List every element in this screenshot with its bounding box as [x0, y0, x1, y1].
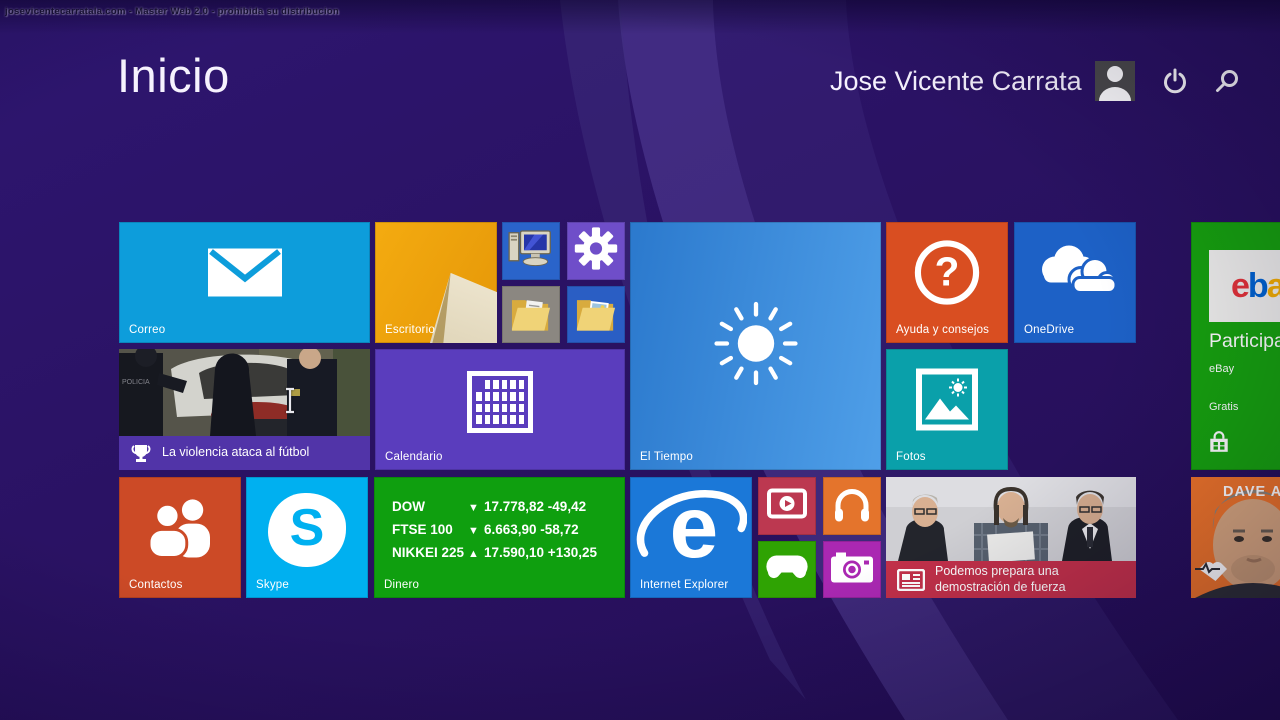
- tile-ebay-store[interactable]: ebay Participa eBay Gratis: [1191, 222, 1280, 470]
- cloud-icon: [1031, 244, 1119, 307]
- start-screen: josevicentecarratala.com - Master Web 2.…: [0, 0, 1280, 720]
- video-watermark: josevicentecarratala.com - Master Web 2.…: [5, 6, 340, 17]
- tile-video[interactable]: [758, 477, 816, 535]
- tile-label: Escritorio: [385, 324, 435, 336]
- tile-salud-dave-asprey[interactable]: DAVE ASPR: [1191, 477, 1280, 598]
- newspaper-icon: [897, 568, 925, 591]
- store-app-headline: Participa: [1209, 330, 1280, 352]
- store-app-price: Gratis: [1209, 401, 1239, 413]
- ebay-logo-letter: a: [1266, 266, 1280, 305]
- power-button[interactable]: [1163, 68, 1187, 94]
- stock-row: FTSE 100 ▼ 6.663,90 -58,72: [392, 519, 597, 542]
- camera-icon: [830, 550, 874, 589]
- user-area: Jose Vicente Carrata: [830, 58, 1239, 104]
- store-app-name: eBay: [1209, 363, 1235, 375]
- user-name[interactable]: Jose Vicente Carrata: [830, 66, 1082, 97]
- tile-imagenes[interactable]: [567, 286, 625, 343]
- stock-name: NIKKEI 225: [392, 545, 465, 560]
- store-bag-icon: [1207, 430, 1231, 459]
- stock-list: DOW ▼ 17.778,82 -49,42 FTSE 100 ▼ 6.663,90 -…: [392, 496, 597, 565]
- stock-value: 17.590,10 +130,25: [484, 545, 597, 560]
- tile-fotos[interactable]: Fotos: [886, 349, 1008, 470]
- news-caption-bar: Podemos prepara una demostración de fuer…: [886, 561, 1136, 598]
- tile-internet-explorer[interactable]: e Internet Explorer: [630, 477, 752, 598]
- user-avatar[interactable]: [1094, 61, 1135, 101]
- stock-row: DOW ▼ 17.778,82 -49,42: [392, 496, 597, 519]
- news-headline-line2: demostración de fuerza: [935, 579, 1066, 594]
- sun-icon: [704, 292, 808, 401]
- tile-label: Correo: [129, 324, 166, 336]
- stock-value: 17.778,82 -49,42: [484, 499, 587, 514]
- news-headline-line1: Podemos prepara una: [935, 564, 1059, 578]
- tile-juegos[interactable]: [758, 541, 816, 598]
- trophy-icon: [130, 443, 152, 463]
- news-photo-police: POLICIA: [119, 349, 370, 436]
- people-icon: [144, 498, 216, 563]
- news-headline: Podemos prepara una demostración de fuer…: [935, 564, 1066, 595]
- news-headline: La violencia ataca al fútbol: [162, 445, 310, 460]
- tile-label: Calendario: [385, 451, 443, 463]
- stock-name: DOW: [392, 499, 425, 514]
- stock-down-arrow: ▼: [468, 525, 479, 537]
- stock-value: 6.663,90 -58,72: [484, 522, 579, 537]
- tile-label: Fotos: [896, 451, 926, 463]
- ebay-logo: ebay: [1231, 267, 1280, 306]
- tile-contactos[interactable]: Contactos: [119, 477, 241, 598]
- stock-row: NIKKEI 225 ▲ 17.590,10 +130,25: [392, 542, 597, 565]
- headphones-icon: [832, 485, 872, 528]
- tile-ayuda-y-consejos[interactable]: ? Ayuda y consejos: [886, 222, 1008, 343]
- tile-label: El Tiempo: [640, 451, 693, 463]
- person-icon: [1098, 66, 1131, 101]
- internet-explorer-icon: e: [635, 478, 748, 576]
- search-button[interactable]: [1215, 69, 1239, 93]
- dave-asprey-title: DAVE ASPR: [1223, 484, 1280, 500]
- news-caption-bar: La violencia ataca al fútbol: [119, 436, 370, 470]
- text-cursor: [283, 387, 297, 419]
- documents-folder-icon: [509, 292, 553, 337]
- video-icon: [767, 488, 807, 524]
- tile-label: Skype: [256, 579, 289, 591]
- photo-icon: [916, 368, 978, 436]
- pictures-folder-icon: [574, 292, 618, 337]
- stock-down-arrow: ▼: [468, 502, 479, 514]
- tile-label: Ayuda y consejos: [896, 324, 990, 336]
- tile-skype[interactable]: S Skype: [246, 477, 368, 598]
- tile-deportes-noticia[interactable]: POLICIA La violencia ataca al fútbol: [119, 349, 370, 470]
- ebay-logo-box: ebay: [1209, 250, 1280, 322]
- tile-correo[interactable]: Correo: [119, 222, 370, 343]
- skype-logo-letter: S: [289, 499, 325, 558]
- tile-el-tiempo[interactable]: El Tiempo: [630, 222, 881, 470]
- tile-onedrive[interactable]: OneDrive: [1014, 222, 1136, 343]
- tile-musica[interactable]: [823, 477, 881, 535]
- help-question-icon: ?: [910, 236, 984, 315]
- computer-icon: [508, 228, 554, 275]
- game-controller-icon: [765, 552, 809, 587]
- news-photo-podemos: [886, 477, 1136, 561]
- ebay-logo-letter: e: [1231, 266, 1250, 305]
- tile-label: OneDrive: [1024, 324, 1075, 336]
- stock-up-arrow: ▲: [468, 548, 479, 560]
- calendar-icon: [467, 371, 533, 434]
- power-icon: [1163, 68, 1186, 94]
- tile-label: Internet Explorer: [640, 579, 729, 591]
- tile-escritorio[interactable]: Escritorio: [375, 222, 497, 343]
- svg-text:?: ?: [935, 249, 960, 295]
- gear-icon: [574, 227, 618, 276]
- tile-label: Dinero: [384, 579, 420, 591]
- ebay-logo-letter: b: [1247, 266, 1269, 305]
- tile-calendario[interactable]: Calendario: [375, 349, 625, 470]
- tile-documentos[interactable]: [502, 286, 560, 343]
- tile-dinero[interactable]: DOW ▼ 17.778,82 -49,42 FTSE 100 ▼ 6.663,90 -…: [374, 477, 625, 598]
- page-title: Inicio: [117, 49, 230, 102]
- mail-icon: [207, 248, 282, 302]
- news-photo-text: POLICIA: [122, 379, 150, 386]
- tile-este-equipo[interactable]: [502, 222, 560, 280]
- tile-label: Contactos: [129, 579, 183, 591]
- search-icon: [1215, 70, 1238, 92]
- stock-name: FTSE 100: [392, 522, 453, 537]
- skype-logo: S: [268, 493, 346, 568]
- tile-camara[interactable]: [823, 541, 881, 598]
- tile-noticias-podemos[interactable]: Podemos prepara una demostración de fuer…: [886, 477, 1136, 598]
- tile-configuracion[interactable]: [567, 222, 625, 280]
